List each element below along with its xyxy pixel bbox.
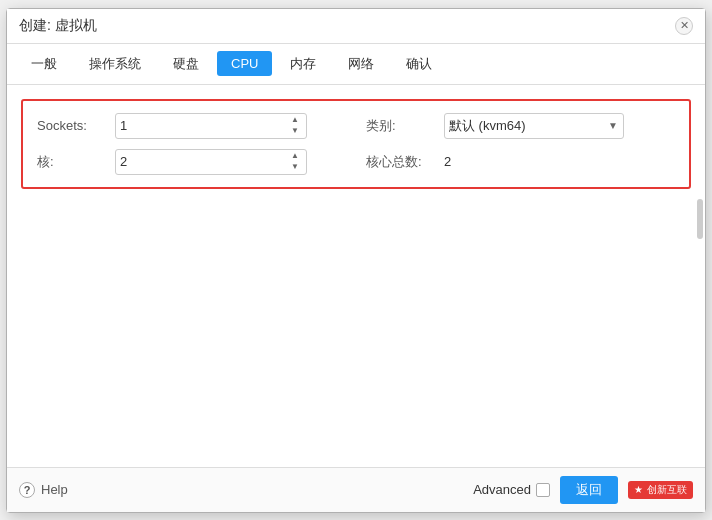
brand-label: 创新互联 [647, 483, 687, 497]
sockets-label: Sockets: [37, 118, 107, 133]
tab-os[interactable]: 操作系统 [75, 50, 155, 78]
dialog-body: Sockets: ▲ ▼ 类别: 默认 (kvm64) ▼ [7, 85, 705, 467]
type-row: 类别: 默认 (kvm64) ▼ [366, 113, 675, 139]
advanced-wrap: Advanced [473, 482, 550, 497]
advanced-checkbox[interactable] [536, 483, 550, 497]
close-button[interactable]: ✕ [675, 17, 693, 35]
cores-input-wrap: ▲ ▼ [115, 149, 307, 175]
sockets-spinner: ▲ ▼ [288, 115, 302, 137]
help-icon: ? [19, 482, 35, 498]
dialog-footer: ? Help Advanced 返回 ★ 创新互联 [7, 467, 705, 512]
tab-bar: 一般 操作系统 硬盘 CPU 内存 网络 确认 [7, 44, 705, 85]
cores-up-btn[interactable]: ▲ [288, 151, 302, 162]
cpu-section: Sockets: ▲ ▼ 类别: 默认 (kvm64) ▼ [21, 99, 691, 189]
brand-icon: ★ [634, 484, 643, 495]
tab-network[interactable]: 网络 [334, 50, 388, 78]
create-vm-dialog: 创建: 虚拟机 ✕ 一般 操作系统 硬盘 CPU 内存 网络 确认 Socket… [6, 8, 706, 513]
help-label: Help [41, 482, 68, 497]
tab-cpu[interactable]: CPU [217, 51, 272, 76]
scrollbar[interactable] [697, 199, 703, 239]
type-select-wrap: 默认 (kvm64) ▼ [444, 113, 624, 139]
total-cores-label: 核心总数: [366, 153, 436, 171]
brand-badge: ★ 创新互联 [628, 481, 693, 499]
tab-general[interactable]: 一般 [17, 50, 71, 78]
sockets-input-wrap: ▲ ▼ [115, 113, 307, 139]
sockets-up-btn[interactable]: ▲ [288, 115, 302, 126]
type-label: 类别: [366, 117, 436, 135]
sockets-row: Sockets: ▲ ▼ [37, 113, 346, 139]
cores-down-btn[interactable]: ▼ [288, 162, 302, 173]
dialog-title: 创建: 虚拟机 [19, 17, 97, 35]
sockets-down-btn[interactable]: ▼ [288, 126, 302, 137]
tab-confirm[interactable]: 确认 [392, 50, 446, 78]
advanced-label: Advanced [473, 482, 531, 497]
cores-input[interactable] [120, 154, 288, 169]
total-cores-value: 2 [444, 154, 451, 169]
close-icon: ✕ [680, 19, 689, 32]
title-bar: 创建: 虚拟机 ✕ [7, 9, 705, 44]
cores-label: 核: [37, 153, 107, 171]
type-select-arrow-icon: ▼ [603, 120, 623, 131]
sockets-input[interactable] [120, 118, 288, 133]
help-area[interactable]: ? Help [19, 482, 68, 498]
total-cores-row: 核心总数: 2 [366, 149, 675, 175]
type-select[interactable]: 默认 (kvm64) [445, 114, 603, 138]
cores-spinner: ▲ ▼ [288, 151, 302, 173]
back-button[interactable]: 返回 [560, 476, 618, 504]
tab-memory[interactable]: 内存 [276, 50, 330, 78]
tab-disk[interactable]: 硬盘 [159, 50, 213, 78]
footer-right: Advanced 返回 ★ 创新互联 [473, 476, 693, 504]
cores-row: 核: ▲ ▼ [37, 149, 346, 175]
